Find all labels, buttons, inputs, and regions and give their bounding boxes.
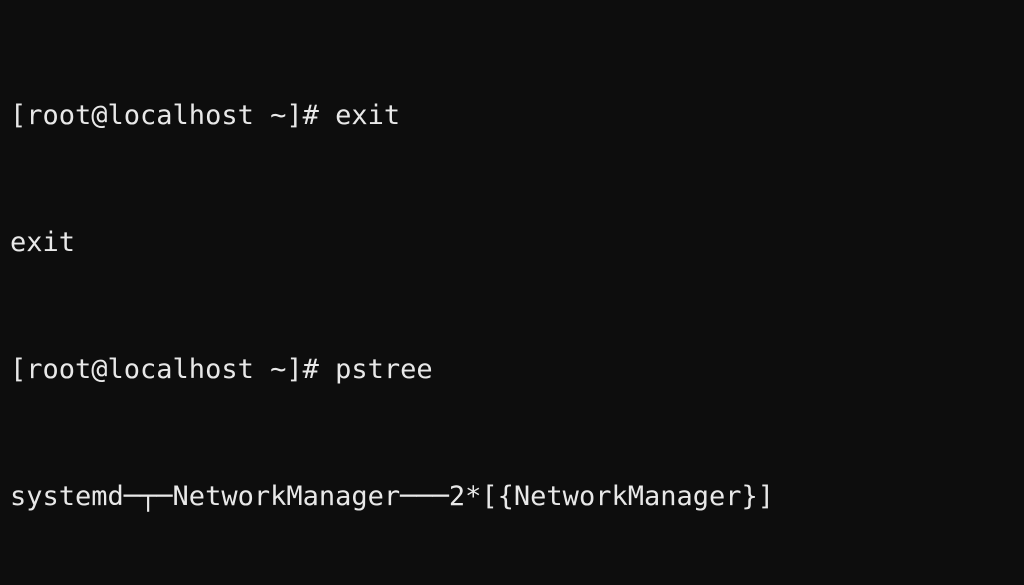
prompt-line: [root@localhost ~]# pstree bbox=[10, 349, 1014, 391]
shell-prompt: [root@localhost ~]# bbox=[10, 354, 335, 385]
prompt-line: [root@localhost ~]# exit bbox=[10, 95, 1014, 137]
command-text: exit bbox=[335, 100, 400, 131]
shell-prompt: [root@localhost ~]# bbox=[10, 100, 335, 131]
output-line: exit bbox=[10, 222, 1014, 264]
command-text: pstree bbox=[335, 354, 433, 385]
terminal-output[interactable]: [root@localhost ~]# exit exit [root@loca… bbox=[0, 0, 1024, 585]
pstree-line: systemd─┬─NetworkManager───2*[{NetworkMa… bbox=[10, 476, 1014, 518]
